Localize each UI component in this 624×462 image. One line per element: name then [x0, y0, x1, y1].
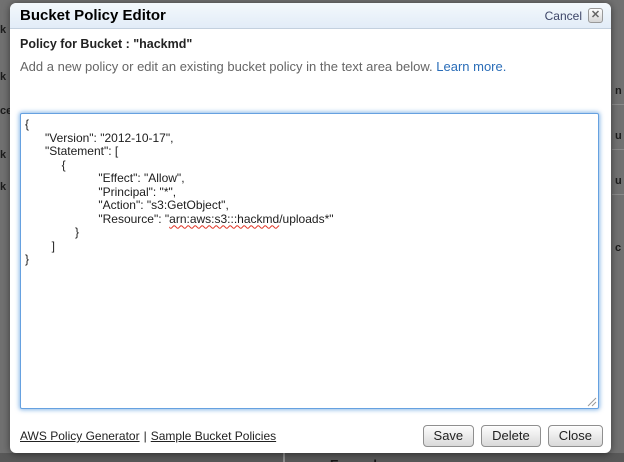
save-button[interactable]: Save [423, 425, 475, 447]
bg-row-divider [612, 104, 624, 105]
bg-text-fragment: k [0, 182, 6, 192]
bg-text-fragment: u [615, 131, 622, 141]
learn-more-link[interactable]: Learn more. [436, 59, 506, 74]
link-separator: | [144, 429, 147, 443]
bucket-policy-editor-dialog: Bucket Policy Editor Cancel ✕ Policy for… [10, 3, 611, 453]
policy-textarea[interactable]: { "Version": "2012-10-17", "Statement": … [20, 113, 599, 409]
dialog-footer: AWS Policy Generator | Sample Bucket Polic… [20, 424, 603, 448]
footer-buttons: Save Delete Close [423, 425, 603, 447]
cancel-link[interactable]: Cancel [545, 9, 582, 23]
bg-bottom-strip: Expand [0, 453, 624, 462]
sample-bucket-policies-link[interactable]: Sample Bucket Policies [151, 429, 276, 443]
bg-text-fragment: k [0, 25, 6, 35]
close-icon[interactable]: ✕ [588, 8, 603, 23]
dialog-title: Bucket Policy Editor [20, 7, 545, 24]
close-button[interactable]: Close [548, 425, 603, 447]
footer-links: AWS Policy Generator | Sample Bucket Polic… [20, 429, 276, 443]
policy-json-text: { "Version": "2012-10-17", "Statement": … [25, 118, 584, 396]
resize-grip-icon[interactable] [586, 396, 597, 407]
aws-policy-generator-link[interactable]: AWS Policy Generator [20, 429, 140, 443]
bg-row-divider [612, 149, 624, 150]
policy-for-bucket-label: Policy for Bucket : "hackmd" [20, 37, 192, 51]
bg-text-fragment: n [615, 86, 622, 96]
spellcheck-underline: arn:aws:s3:::hackmd [169, 212, 279, 226]
bg-row-divider [612, 194, 624, 195]
description-text: Add a new policy or edit an existing buc… [20, 59, 433, 74]
screen: k k ce k k n u u c Expand Bucket Policy … [0, 0, 624, 462]
bg-text-fragment: u [615, 176, 622, 186]
bg-text-fragment: k [0, 72, 6, 82]
dialog-description: Add a new policy or edit an existing buc… [20, 59, 506, 74]
bg-text-fragment: k [0, 150, 6, 160]
delete-button[interactable]: Delete [481, 425, 541, 447]
bg-column-divider [283, 453, 285, 462]
bg-text-fragment: c [615, 243, 621, 253]
dialog-titlebar: Bucket Policy Editor Cancel ✕ [10, 3, 611, 29]
bg-text-fragment: Expand [330, 457, 410, 462]
